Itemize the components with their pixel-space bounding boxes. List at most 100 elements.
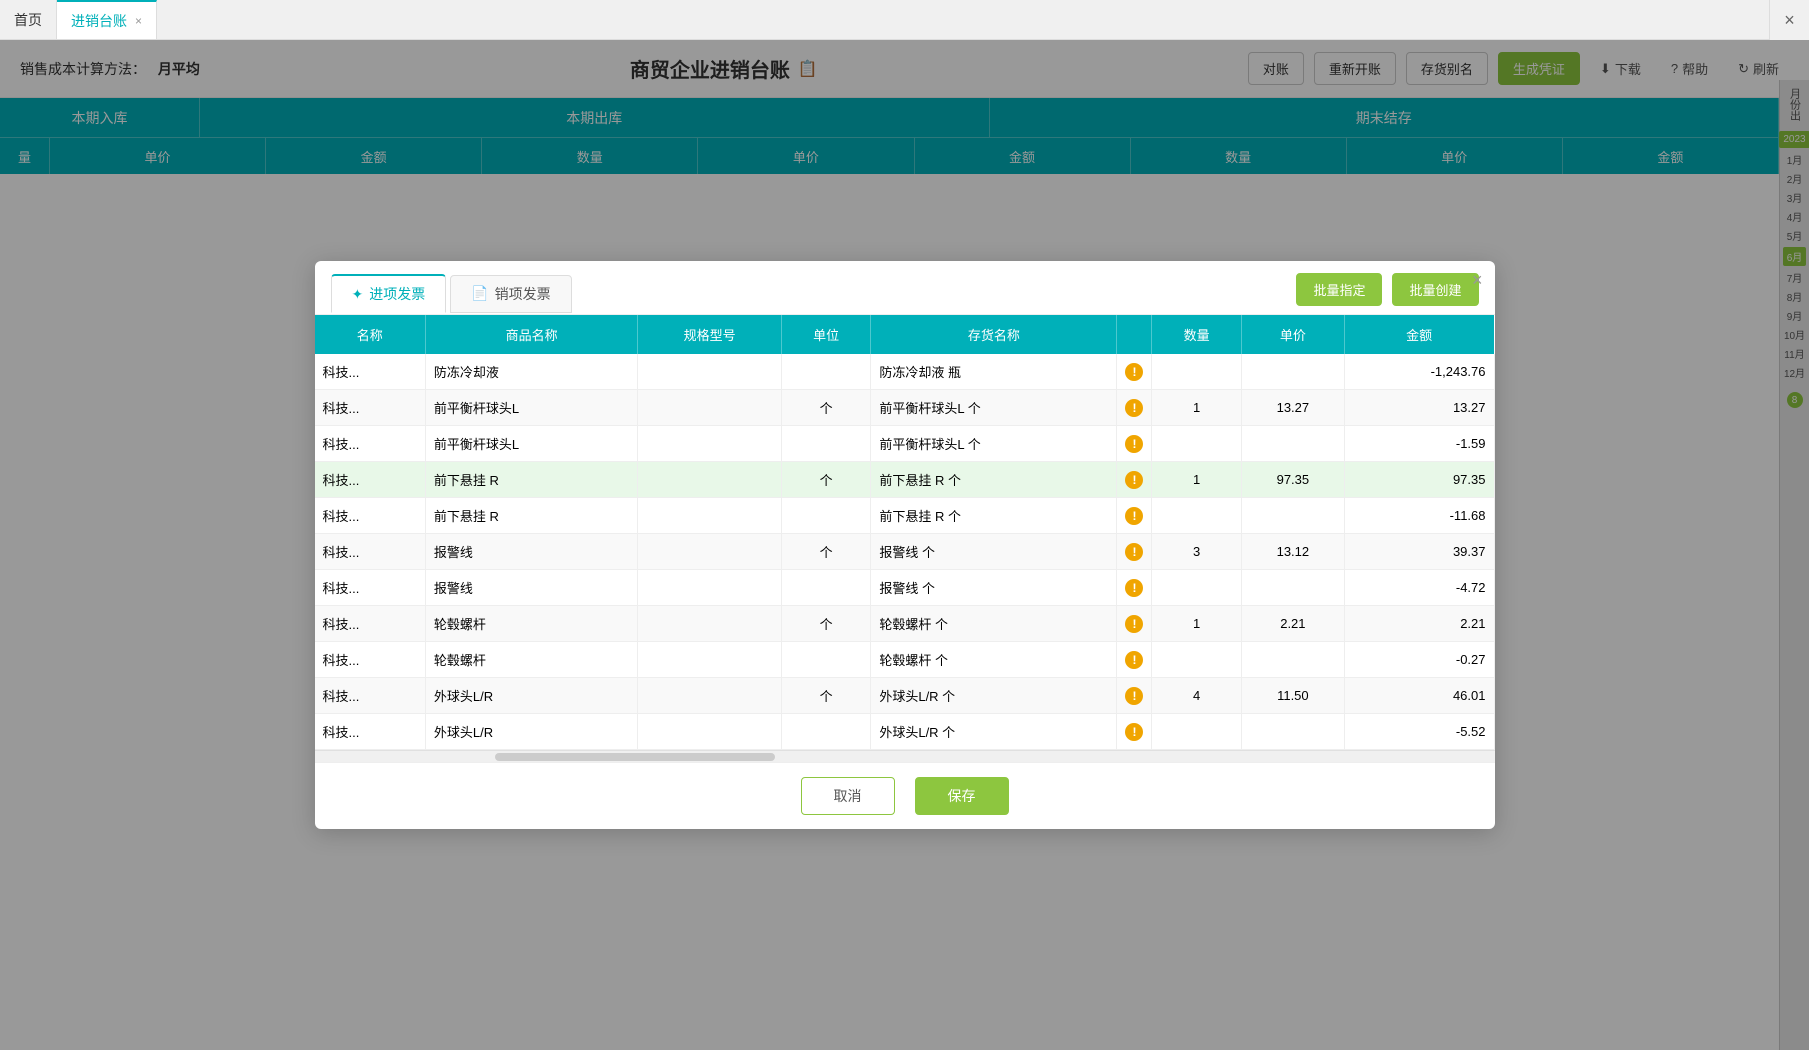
cell-qty: 1 (1152, 606, 1241, 642)
tab-sales-invoice[interactable]: 📄 销项发票 (450, 275, 571, 313)
cell-qty (1152, 642, 1241, 678)
cell-qty: 3 (1152, 534, 1241, 570)
th-amount: 金额 (1344, 315, 1494, 354)
nav-tab-active[interactable]: 进销台账 × (57, 0, 157, 39)
cell-amount: 46.01 (1344, 678, 1494, 714)
cell-price (1241, 714, 1344, 750)
cell-unit (781, 426, 870, 462)
cell-warning: ! (1117, 714, 1152, 750)
table-row: 科技...外球头L/R个外球头L/R 个!411.5046.01 (315, 678, 1495, 714)
table-row: 科技...外球头L/R 外球头L/R 个! -5.52 (315, 714, 1495, 750)
batch-create-button[interactable]: 批量创建 (1392, 273, 1478, 306)
cell-inventory: 防冻冷却液 瓶 (871, 354, 1117, 390)
cell-unit (781, 642, 870, 678)
top-nav: 首页 进销台账 × × (0, 0, 1809, 40)
cell-price (1241, 642, 1344, 678)
warning-icon: ! (1125, 615, 1143, 633)
warning-icon: ! (1125, 435, 1143, 453)
cell-inventory: 报警线 个 (871, 570, 1117, 606)
cell-amount: -4.72 (1344, 570, 1494, 606)
cell-spec (638, 390, 781, 426)
cell-spec (638, 678, 781, 714)
save-button[interactable]: 保存 (915, 777, 1009, 815)
scrollbar-thumb[interactable] (495, 753, 775, 761)
cell-name: 科技... (315, 714, 426, 750)
cell-product: 报警线 (425, 534, 638, 570)
cell-inventory: 外球头L/R 个 (871, 714, 1117, 750)
cell-unit (781, 570, 870, 606)
modal-horizontal-scrollbar[interactable] (315, 750, 1495, 762)
th-product: 商品名称 (425, 315, 638, 354)
cell-name: 科技... (315, 354, 426, 390)
cell-amount: -0.27 (1344, 642, 1494, 678)
cancel-button[interactable]: 取消 (801, 777, 895, 815)
cell-price: 97.35 (1241, 462, 1344, 498)
cell-product: 报警线 (425, 570, 638, 606)
warning-icon: ! (1125, 651, 1143, 669)
cell-price: 13.12 (1241, 534, 1344, 570)
table-row: 科技...前平衡杆球头L个前平衡杆球头L 个!113.2713.27 (315, 390, 1495, 426)
th-inventory: 存货名称 (871, 315, 1117, 354)
cell-product: 轮毂螺杆 (425, 606, 638, 642)
cell-spec (638, 354, 781, 390)
cell-product: 前下悬挂 R (425, 498, 638, 534)
warning-icon: ! (1125, 363, 1143, 381)
cell-inventory: 轮毂螺杆 个 (871, 642, 1117, 678)
cell-amount: -1.59 (1344, 426, 1494, 462)
cell-inventory: 轮毂螺杆 个 (871, 606, 1117, 642)
warning-icon: ! (1125, 543, 1143, 561)
table-row: 科技...防冻冷却液防冻冷却液 瓶!-1,243.76 (315, 354, 1495, 390)
cell-warning: ! (1117, 606, 1152, 642)
cell-warning: ! (1117, 678, 1152, 714)
warning-icon: ! (1125, 471, 1143, 489)
close-tab-icon[interactable]: × (135, 14, 142, 28)
cell-price: 11.50 (1241, 678, 1344, 714)
cell-unit: 个 (781, 678, 870, 714)
cell-qty (1152, 498, 1241, 534)
cell-price: 13.27 (1241, 390, 1344, 426)
cell-spec (638, 606, 781, 642)
cell-spec (638, 642, 781, 678)
th-unit: 单位 (781, 315, 870, 354)
cell-name: 科技... (315, 642, 426, 678)
modal-header: ✦ 进项发票 📄 销项发票 批量指定 批量创建 × (315, 261, 1495, 315)
modal-overlay: ✦ 进项发票 📄 销项发票 批量指定 批量创建 × 名 (0, 40, 1809, 1050)
cell-name: 科技... (315, 534, 426, 570)
table-row: 科技...前下悬挂 R个前下悬挂 R 个!197.3597.35 (315, 462, 1495, 498)
cell-product: 外球头L/R (425, 714, 638, 750)
cell-product: 前平衡杆球头L (425, 390, 638, 426)
cell-price (1241, 426, 1344, 462)
warning-icon: ! (1125, 579, 1143, 597)
cell-name: 科技... (315, 426, 426, 462)
cell-qty (1152, 354, 1241, 390)
cell-price (1241, 354, 1344, 390)
th-warning (1117, 315, 1152, 354)
cell-inventory: 前平衡杆球头L 个 (871, 390, 1117, 426)
cell-amount: -5.52 (1344, 714, 1494, 750)
cell-warning: ! (1117, 462, 1152, 498)
cell-product: 前下悬挂 R (425, 462, 638, 498)
cell-product: 轮毂螺杆 (425, 642, 638, 678)
window-close-button[interactable]: × (1769, 0, 1809, 40)
cell-unit (781, 498, 870, 534)
cell-warning: ! (1117, 642, 1152, 678)
tab-purchase-invoice[interactable]: ✦ 进项发票 (331, 274, 447, 313)
cell-price: 2.21 (1241, 606, 1344, 642)
warning-icon: ! (1125, 687, 1143, 705)
batch-assign-button[interactable]: 批量指定 (1296, 273, 1382, 306)
home-tab-label: 首页 (14, 10, 42, 30)
cell-qty (1152, 570, 1241, 606)
table-row: 科技...报警线个报警线 个!313.1239.37 (315, 534, 1495, 570)
cell-amount: -11.68 (1344, 498, 1494, 534)
modal-tab-actions: 批量指定 批量创建 (1296, 273, 1478, 314)
cell-inventory: 前平衡杆球头L 个 (871, 426, 1117, 462)
cell-name: 科技... (315, 570, 426, 606)
modal-close-button[interactable]: × (1472, 271, 1483, 289)
table-row: 科技...轮毂螺杆 轮毂螺杆 个! -0.27 (315, 642, 1495, 678)
cell-spec (638, 498, 781, 534)
purchase-tab-icon: ✦ (352, 286, 364, 303)
cell-spec (638, 534, 781, 570)
table-row: 科技...前下悬挂 R前下悬挂 R 个!-11.68 (315, 498, 1495, 534)
nav-tab-home[interactable]: 首页 (0, 0, 57, 39)
cell-inventory: 外球头L/R 个 (871, 678, 1117, 714)
